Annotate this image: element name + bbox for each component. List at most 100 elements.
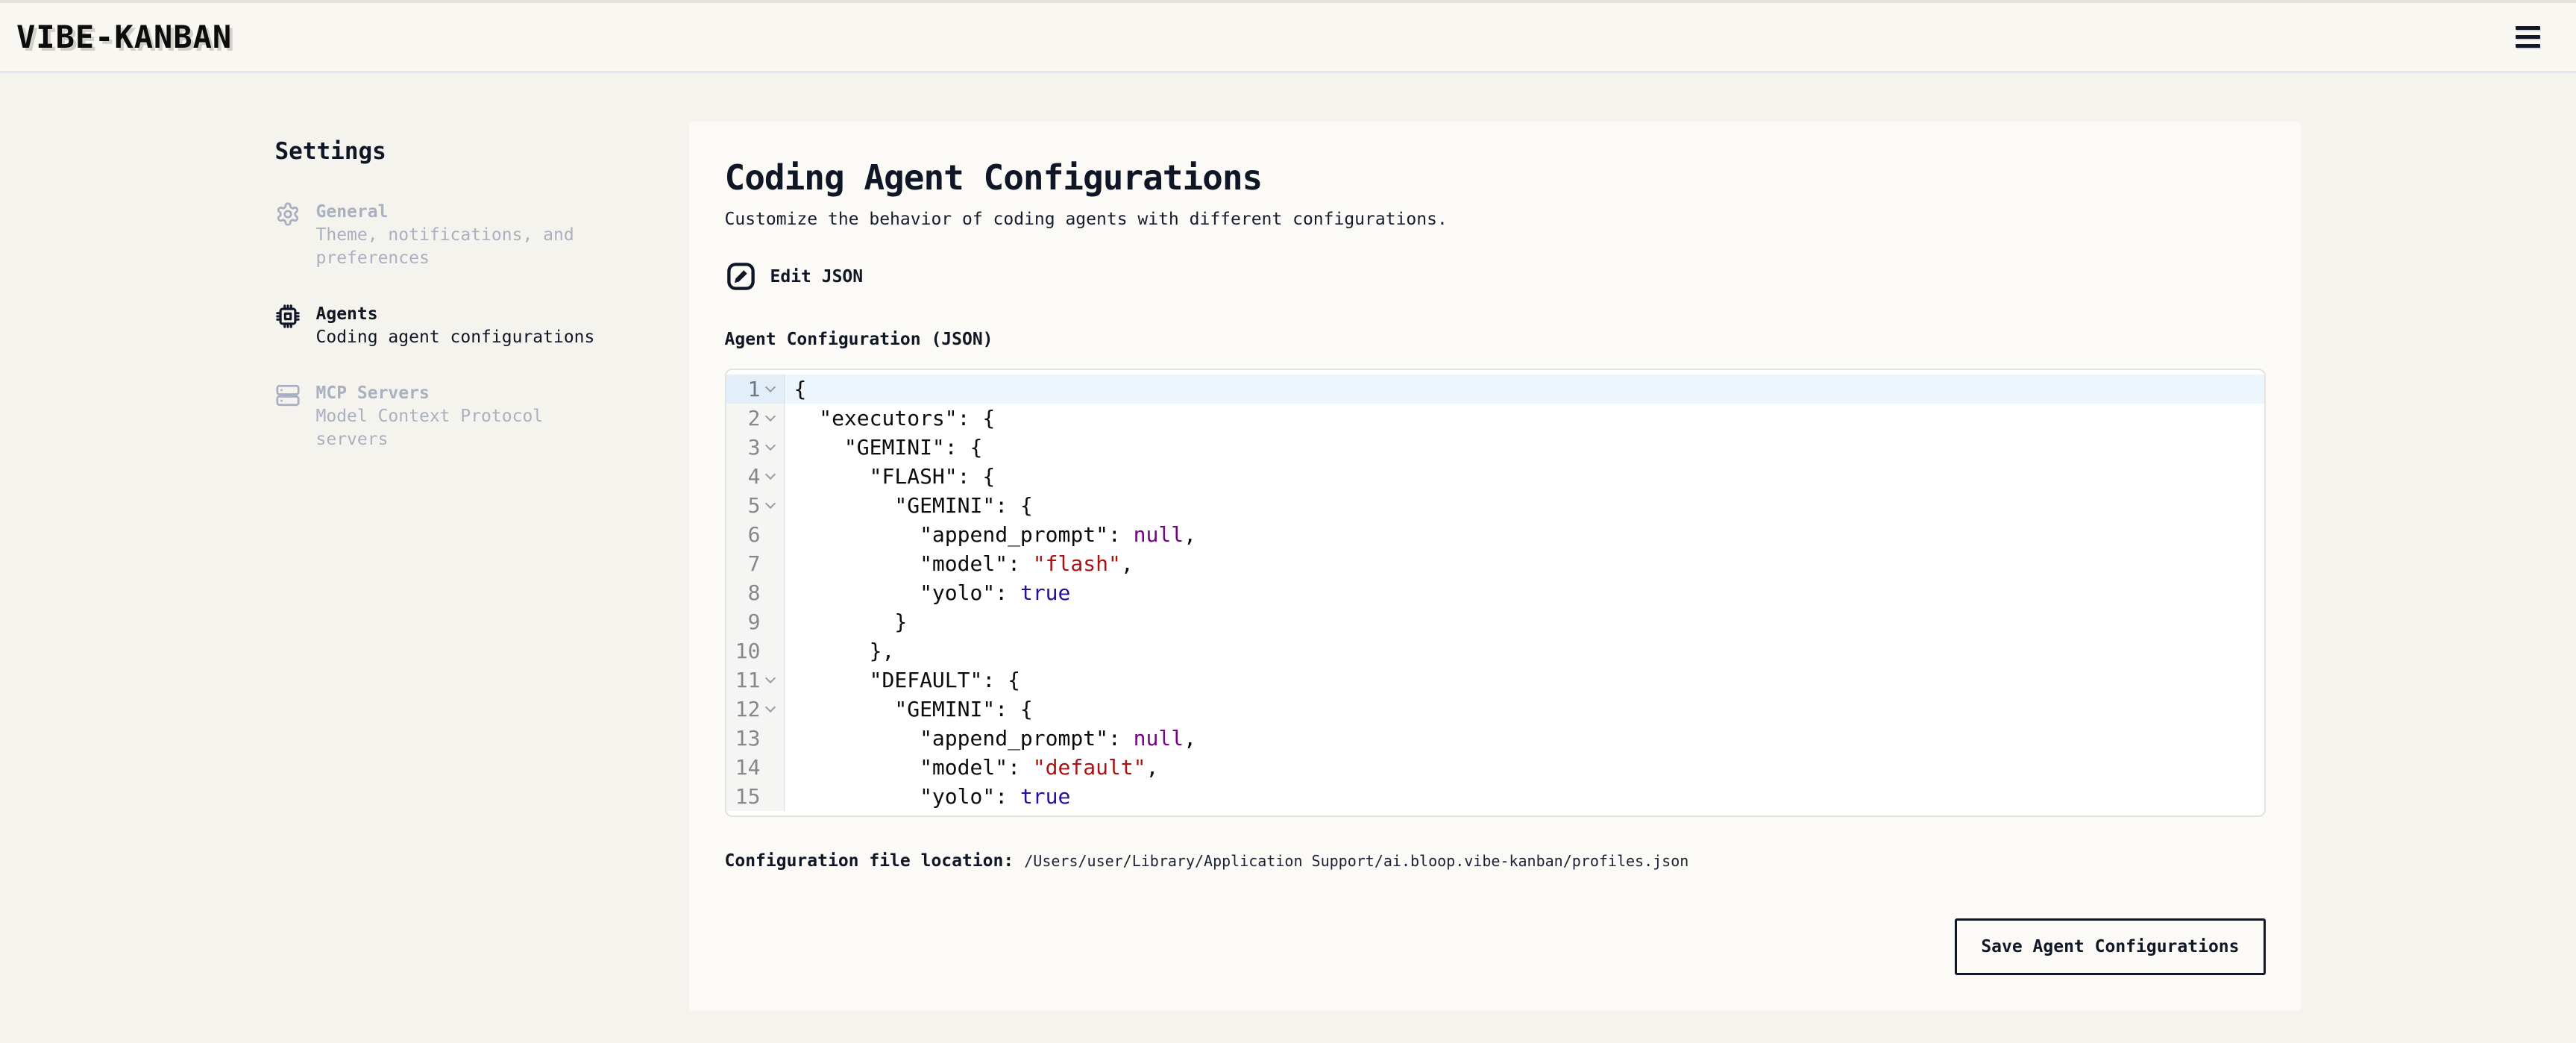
code-line-content[interactable]: } [785, 607, 2264, 636]
line-number: 15 [735, 784, 761, 809]
gutter: 2 [726, 404, 785, 433]
code-line[interactable]: 2 "executors": { [726, 404, 2264, 433]
sidebar-item-mcp-servers[interactable]: MCP Servers Model Context Protocol serve… [275, 382, 641, 451]
code-line-content[interactable]: "FLASH": { [785, 462, 2264, 491]
gutter: 7 [726, 549, 785, 578]
code-line[interactable]: 15 "yolo": true [726, 782, 2264, 811]
page-subtitle: Customize the behavior of coding agents … [724, 210, 1448, 229]
line-number: 11 [735, 668, 761, 692]
line-number: 14 [735, 755, 761, 780]
gutter: 8 [726, 578, 785, 607]
code-line-content[interactable]: "append_prompt": null, [785, 520, 2264, 549]
gutter: 9 [726, 607, 785, 636]
line-number: 13 [735, 726, 761, 751]
square-pen-icon [725, 260, 757, 292]
line-number: 12 [735, 697, 761, 721]
gutter: 15 [726, 782, 785, 811]
fold-chevron-icon[interactable] [764, 498, 776, 509]
fold-chevron-icon[interactable] [764, 439, 776, 451]
gear-icon [275, 201, 301, 227]
code-line-content[interactable]: "GEMINI": { [785, 491, 2264, 520]
edit-json-label: Edit JSON [770, 266, 864, 286]
code-line-content[interactable]: "GEMINI": { [785, 433, 2264, 462]
gutter: 13 [726, 724, 785, 753]
hamburger-menu-button[interactable] [2511, 22, 2545, 52]
edit-json-button[interactable]: Edit JSON [725, 260, 864, 292]
line-number: 4 [747, 464, 761, 489]
code-line[interactable]: 13 "append_prompt": null, [726, 724, 2264, 753]
page-content: Settings General Theme, notifications, a… [275, 73, 2302, 1011]
fold-chevron-icon[interactable] [764, 672, 776, 683]
actions-row: Save Agent Configurations [725, 918, 2266, 975]
file-location-row: Configuration file location: /Users/user… [725, 851, 2266, 871]
gutter: 14 [726, 753, 785, 782]
code-line[interactable]: 9 } [726, 607, 2264, 636]
code-line-content[interactable]: "yolo": true [785, 782, 2264, 811]
code-line-content[interactable]: "executors": { [785, 404, 2264, 433]
code-line-content[interactable]: "yolo": true [785, 578, 2264, 607]
line-number: 8 [747, 580, 761, 605]
save-agent-configurations-button[interactable]: Save Agent Configurations [1955, 918, 2266, 975]
gutter: 12 [726, 695, 785, 724]
line-number: 5 [747, 493, 761, 518]
settings-nav: General Theme, notifications, and prefer… [275, 201, 641, 451]
app-header: VIBE-KANBAN [0, 3, 2576, 73]
code-line-content[interactable]: { [784, 375, 2264, 404]
line-number: 1 [747, 377, 761, 401]
file-location-label: Configuration file location: [724, 851, 1014, 871]
sidebar-item-label: MCP Servers [315, 383, 430, 403]
code-line-content[interactable]: "model": "flash", [785, 549, 2264, 578]
cpu-icon [275, 304, 301, 329]
sidebar-item-label: General [315, 202, 389, 222]
sidebar-item-description: Theme, notifications, and preferences [315, 225, 574, 268]
code-line-content[interactable]: "append_prompt": null, [785, 724, 2264, 753]
page-title: Coding Agent Configurations [724, 157, 1263, 198]
sidebar-title: Settings [274, 138, 386, 165]
line-number: 10 [735, 639, 761, 663]
hamburger-menu-icon [2516, 26, 2540, 30]
code-line-content[interactable]: "model": "default", [785, 753, 2264, 782]
line-number: 7 [747, 551, 761, 576]
gutter: 6 [726, 520, 785, 549]
sidebar-item-agents[interactable]: Agents Coding agent configurations [275, 303, 641, 349]
sidebar-item-description: Model Context Protocol servers [315, 407, 544, 449]
code-line[interactable]: 4 "FLASH": { [726, 462, 2264, 491]
gutter: 1 [726, 375, 785, 404]
agent-configurations-panel: Coding Agent Configurations Customize th… [688, 122, 2302, 1011]
line-number: 3 [747, 435, 761, 460]
code-line-content[interactable]: "DEFAULT": { [785, 665, 2264, 695]
fold-chevron-icon[interactable] [764, 410, 776, 422]
code-line-content[interactable]: }, [785, 636, 2264, 665]
gutter: 3 [726, 433, 785, 462]
code-line[interactable]: 5 "GEMINI": { [726, 491, 2264, 520]
settings-sidebar: Settings General Theme, notifications, a… [275, 122, 641, 484]
line-number: 9 [747, 610, 761, 634]
code-line[interactable]: 10 }, [726, 636, 2264, 665]
code-line[interactable]: 1{ [726, 375, 2264, 404]
line-number: 2 [747, 406, 761, 430]
code-line[interactable]: 6 "append_prompt": null, [726, 520, 2264, 549]
json-code-editor[interactable]: 1{2 "executors": {3 "GEMINI": {4 "FLASH"… [724, 369, 2266, 817]
sidebar-item-general[interactable]: General Theme, notifications, and prefer… [275, 201, 641, 270]
fold-chevron-icon[interactable] [764, 469, 776, 480]
gutter: 10 [726, 636, 785, 665]
server-icon [275, 383, 301, 408]
fold-chevron-icon[interactable] [764, 701, 776, 712]
line-number: 6 [747, 522, 761, 547]
code-line[interactable]: 3 "GEMINI": { [726, 433, 2264, 462]
code-line[interactable]: 8 "yolo": true [726, 578, 2264, 607]
code-line[interactable]: 7 "model": "flash", [726, 549, 2264, 578]
editor-label: Agent Configuration (JSON) [724, 330, 993, 349]
gutter: 11 [726, 665, 785, 695]
sidebar-item-description: Coding agent configurations [315, 328, 595, 347]
code-line[interactable]: 14 "model": "default", [726, 753, 2264, 782]
code-line-content[interactable]: "GEMINI": { [785, 695, 2264, 724]
gutter: 4 [726, 462, 785, 491]
sidebar-item-label: Agents [315, 304, 378, 324]
code-line[interactable]: 12 "GEMINI": { [726, 695, 2264, 724]
file-location-path: /Users/user/Library/Application Support/… [1024, 852, 1689, 870]
gutter: 5 [726, 491, 785, 520]
app-logo[interactable]: VIBE-KANBAN [16, 19, 232, 55]
fold-chevron-icon[interactable] [764, 381, 776, 392]
code-line[interactable]: 11 "DEFAULT": { [726, 665, 2264, 695]
